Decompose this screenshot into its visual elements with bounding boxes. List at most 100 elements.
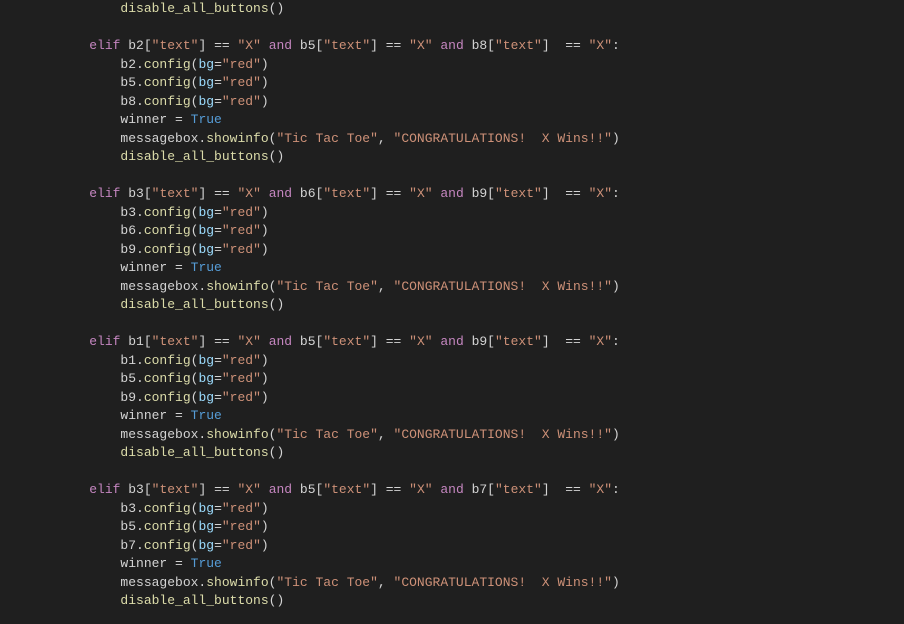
code-line[interactable]: elif b3["text"] == "X" and b5["text"] ==… <box>58 481 904 500</box>
code-token: () <box>269 297 285 312</box>
code-content[interactable]: disable_all_buttons() elif b2["text"] ==… <box>28 0 904 624</box>
code-line[interactable]: b9.config(bg="red") <box>58 389 904 408</box>
line-gutter <box>0 0 28 624</box>
code-token: winner = <box>120 260 190 275</box>
code-line[interactable]: winner = True <box>58 407 904 426</box>
code-token: "text" <box>323 482 370 497</box>
code-token: winner = <box>120 112 190 127</box>
code-line[interactable]: elif b1["text"] == "X" and b5["text"] ==… <box>58 333 904 352</box>
code-token: "Tic Tac Toe" <box>276 131 377 146</box>
code-token: bg <box>198 57 214 72</box>
code-line[interactable]: b5.config(bg="red") <box>58 74 904 93</box>
code-line[interactable]: messagebox.showinfo("Tic Tac Toe", "CONG… <box>58 426 904 445</box>
code-line[interactable]: b9.config(bg="red") <box>58 241 904 260</box>
code-token: "X" <box>409 334 432 349</box>
code-token: ] == <box>370 334 409 349</box>
code-line[interactable]: disable_all_buttons() <box>58 0 904 19</box>
code-token: b5[ <box>292 38 323 53</box>
code-token: = <box>214 538 222 553</box>
code-token: ] == <box>198 186 237 201</box>
code-line[interactable]: b3.config(bg="red") <box>58 204 904 223</box>
code-token: "CONGRATULATIONS! X Wins!!" <box>394 575 612 590</box>
code-line[interactable]: b6.config(bg="red") <box>58 222 904 241</box>
code-token: and <box>440 334 463 349</box>
code-token: "text" <box>495 334 542 349</box>
code-token: ] == <box>198 334 237 349</box>
code-token: ] == <box>370 38 409 53</box>
code-token: and <box>440 38 463 53</box>
code-token: disable_all_buttons <box>120 1 268 16</box>
code-line[interactable]: b2.config(bg="red") <box>58 56 904 75</box>
code-token: "X" <box>409 482 432 497</box>
code-editor[interactable]: disable_all_buttons() elif b2["text"] ==… <box>0 0 904 624</box>
code-token: ) <box>261 75 269 90</box>
code-token: config <box>144 242 191 257</box>
code-token: b7. <box>120 538 143 553</box>
code-token: ) <box>261 519 269 534</box>
code-token: "text" <box>495 38 542 53</box>
code-token: "CONGRATULATIONS! X Wins!!" <box>394 131 612 146</box>
code-token: "red" <box>222 353 261 368</box>
code-line[interactable] <box>58 315 904 334</box>
code-line[interactable]: b5.config(bg="red") <box>58 370 904 389</box>
code-line[interactable]: elif b2["text"] == "X" and b5["text"] ==… <box>58 37 904 56</box>
code-token: = <box>214 223 222 238</box>
code-line[interactable]: elif b3["text"] == "X" and b6["text"] ==… <box>58 185 904 204</box>
code-token: elif <box>89 186 120 201</box>
code-token: b5. <box>120 75 143 90</box>
code-token: "red" <box>222 390 261 405</box>
code-token: True <box>191 556 222 571</box>
code-token: "X" <box>237 334 260 349</box>
code-line[interactable]: b5.config(bg="red") <box>58 518 904 537</box>
code-line[interactable]: b7.config(bg="red") <box>58 537 904 556</box>
code-token: bg <box>198 94 214 109</box>
code-token: ] == <box>198 38 237 53</box>
code-token: "red" <box>222 205 261 220</box>
code-line[interactable]: messagebox.showinfo("Tic Tac Toe", "CONG… <box>58 574 904 593</box>
code-token: b2[ <box>120 38 151 53</box>
code-token: messagebox. <box>120 279 206 294</box>
code-line[interactable]: messagebox.showinfo("Tic Tac Toe", "CONG… <box>58 278 904 297</box>
code-token: = <box>214 242 222 257</box>
code-line[interactable]: b8.config(bg="red") <box>58 93 904 112</box>
code-line[interactable]: disable_all_buttons() <box>58 444 904 463</box>
code-token: "red" <box>222 501 261 516</box>
code-token: b3. <box>120 205 143 220</box>
code-token: b5[ <box>292 334 323 349</box>
code-token: b7[ <box>464 482 495 497</box>
code-token: () <box>269 1 285 16</box>
code-token: : <box>612 482 620 497</box>
code-token: b6[ <box>292 186 323 201</box>
code-token: ) <box>261 390 269 405</box>
code-line[interactable]: messagebox.showinfo("Tic Tac Toe", "CONG… <box>58 130 904 149</box>
code-token: : <box>612 334 620 349</box>
code-token: config <box>144 57 191 72</box>
code-token: config <box>144 223 191 238</box>
code-token: b9. <box>120 242 143 257</box>
code-token: and <box>269 38 292 53</box>
code-token: b6. <box>120 223 143 238</box>
code-token: "CONGRATULATIONS! X Wins!!" <box>394 279 612 294</box>
code-token: config <box>144 353 191 368</box>
code-line[interactable]: winner = True <box>58 259 904 278</box>
code-token: "red" <box>222 94 261 109</box>
code-token: ] == <box>198 482 237 497</box>
code-line[interactable]: winner = True <box>58 555 904 574</box>
code-line[interactable] <box>58 167 904 186</box>
code-token: config <box>144 538 191 553</box>
code-line[interactable]: disable_all_buttons() <box>58 148 904 167</box>
code-token: = <box>214 75 222 90</box>
code-line[interactable]: winner = True <box>58 111 904 130</box>
code-token: ) <box>261 353 269 368</box>
code-line[interactable]: disable_all_buttons() <box>58 296 904 315</box>
code-token: () <box>269 149 285 164</box>
code-token: elif <box>89 482 120 497</box>
code-token: b3. <box>120 501 143 516</box>
code-token: "red" <box>222 223 261 238</box>
code-line[interactable]: b3.config(bg="red") <box>58 500 904 519</box>
code-line[interactable] <box>58 463 904 482</box>
code-line[interactable]: b1.config(bg="red") <box>58 352 904 371</box>
code-line[interactable] <box>58 19 904 38</box>
code-line[interactable]: disable_all_buttons() <box>58 592 904 611</box>
code-token: showinfo <box>206 427 268 442</box>
